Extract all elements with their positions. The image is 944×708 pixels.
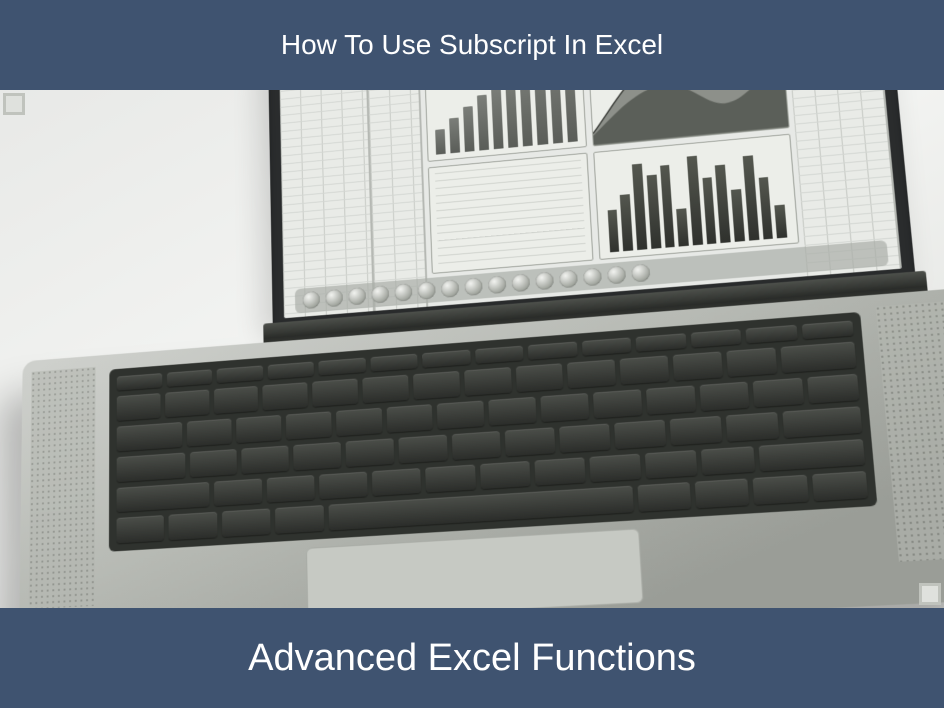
top-banner: How To Use Subscript In Excel bbox=[0, 0, 944, 90]
hero-image bbox=[0, 90, 944, 608]
dock-icon bbox=[559, 270, 578, 289]
speaker-grille-left bbox=[29, 367, 96, 608]
bottom-banner: Advanced Excel Functions bbox=[0, 608, 944, 708]
laptop-trackpad bbox=[306, 528, 644, 608]
dock-icon bbox=[535, 272, 554, 291]
bottom-banner-title: Advanced Excel Functions bbox=[248, 637, 696, 680]
dock-icon bbox=[371, 285, 389, 303]
laptop-keyboard bbox=[109, 312, 878, 552]
speaker-grille-right bbox=[876, 301, 944, 562]
corner-marker-bottom-right bbox=[919, 583, 941, 605]
dock-icon bbox=[607, 266, 626, 285]
laptop-illustration bbox=[75, 90, 944, 608]
dock-icon bbox=[325, 289, 343, 307]
column-chart-panel bbox=[593, 133, 799, 260]
dock-icon bbox=[631, 264, 650, 283]
data-rows-panel bbox=[428, 152, 593, 274]
dock-icon bbox=[348, 287, 366, 305]
bar-chart-panel bbox=[423, 90, 586, 162]
dock-icon bbox=[511, 274, 530, 293]
corner-marker-top-left bbox=[3, 93, 25, 115]
dock-icon bbox=[418, 281, 436, 300]
dock-icon bbox=[488, 275, 507, 294]
top-banner-title: How To Use Subscript In Excel bbox=[281, 29, 663, 61]
dock-icon bbox=[441, 279, 459, 298]
chart-grid bbox=[423, 90, 799, 274]
dock-icon bbox=[464, 277, 482, 296]
dock-icon bbox=[583, 268, 602, 287]
laptop-deck bbox=[19, 288, 944, 608]
dock-icon bbox=[394, 283, 412, 301]
dock-icon bbox=[303, 291, 321, 309]
